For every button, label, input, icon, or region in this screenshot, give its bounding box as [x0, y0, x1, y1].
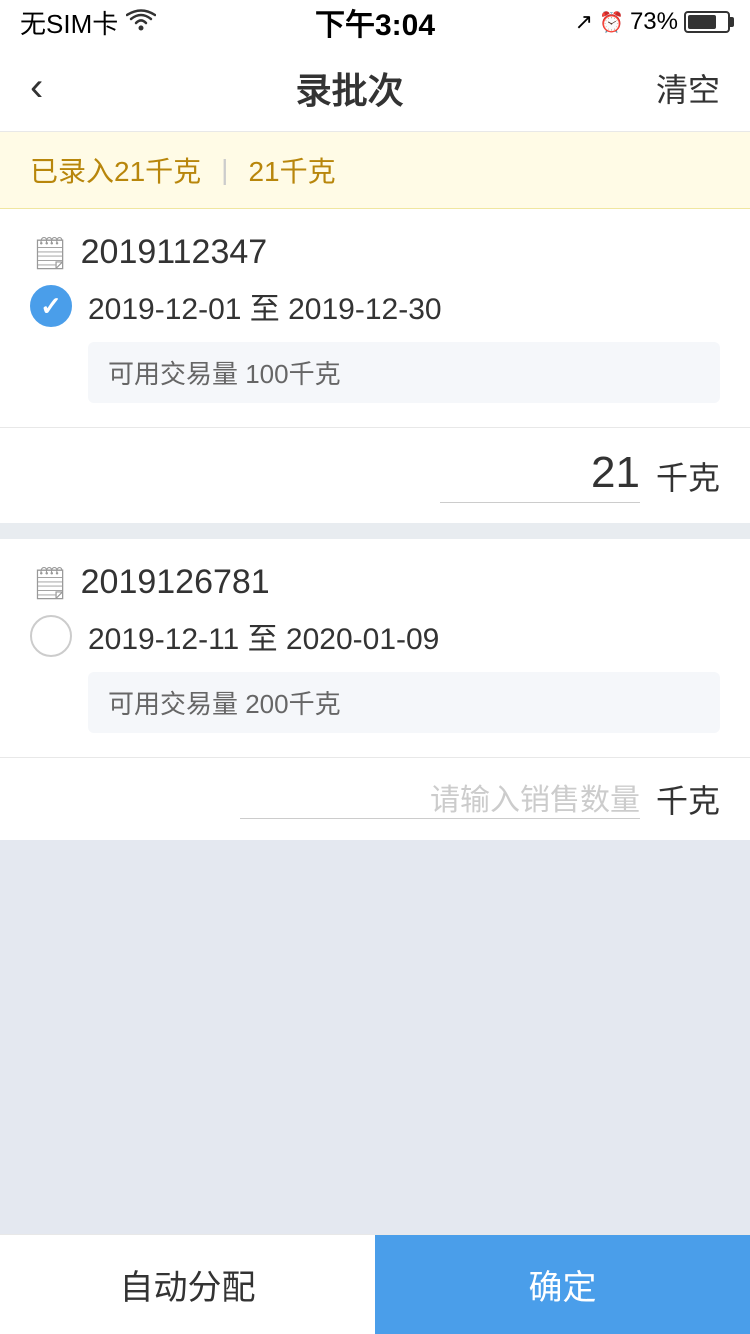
batch-2-input-line: 请输入销售数量 [240, 779, 640, 819]
battery-icon [684, 11, 730, 33]
batch-2-qty-unit: 千克 [656, 776, 720, 822]
batch-1-date-row: 2019-12-01 至 2019-12-30 [30, 284, 720, 328]
batch-1-qty-row: 21 千克 [0, 427, 750, 523]
batch-1-qty-underline: 21 [440, 448, 640, 503]
batch-1-available: 可用交易量 100千克 [88, 342, 720, 403]
clear-button[interactable]: 清空 [656, 65, 720, 111]
batch-2-available: 可用交易量 200千克 [88, 672, 720, 733]
status-left: 无SIM卡 [20, 4, 156, 41]
batch-1-qty-value[interactable]: 21 [560, 448, 640, 498]
recorded-label: 已录入21千克 [30, 150, 201, 190]
batch-2-qty-row: 请输入销售数量 千克 [0, 757, 750, 840]
batch-1-qty-unit: 千克 [656, 453, 720, 499]
confirm-button[interactable]: 确定 [375, 1235, 750, 1334]
status-bar: 无SIM卡 下午3:04 ↗ ⏰ 73% [0, 0, 750, 44]
batch-2-header: 🗒 2019126781 [30, 563, 720, 602]
auto-distribute-button[interactable]: 自动分配 [0, 1235, 375, 1334]
batch-1-id: 2019112347 [81, 233, 268, 272]
batch-1-date: 2019-12-01 至 2019-12-30 [88, 284, 442, 328]
batch-2-radio[interactable] [30, 615, 72, 657]
info-amount: 21千克 [248, 150, 335, 190]
status-right: ↗ ⏰ 73% [575, 8, 730, 36]
info-banner: 已录入21千克 | 21千克 [0, 132, 750, 209]
footer: 自动分配 确定 [0, 1234, 750, 1334]
batch-2-date-row: 2019-12-11 至 2020-01-09 [30, 614, 720, 658]
batch-2-icon: 🗒 [30, 564, 71, 602]
batch-2-qty-placeholder[interactable]: 请输入销售数量 [430, 775, 640, 819]
nav-bar: ‹ 录批次 清空 [0, 44, 750, 132]
page-title: 录批次 [296, 62, 404, 114]
battery-percent: 73% [630, 8, 678, 36]
status-time: 下午3:04 [315, 0, 435, 44]
batch-1-radio[interactable] [30, 285, 72, 327]
batch-item-2: 🗒 2019126781 2019-12-11 至 2020-01-09 可用交… [0, 539, 750, 757]
batch-item-1: 🗒 2019112347 2019-12-01 至 2019-12-30 可用交… [0, 209, 750, 427]
alarm-icon: ⏰ [599, 10, 624, 35]
batch-2-id: 2019126781 [81, 563, 270, 602]
empty-area [0, 840, 750, 1300]
batch-2-date: 2019-12-11 至 2020-01-09 [88, 614, 439, 658]
batch-1-icon: 🗒 [30, 234, 71, 272]
batch-1-header: 🗒 2019112347 [30, 233, 720, 272]
divider: | [221, 154, 228, 186]
carrier-text: 无SIM卡 [20, 4, 118, 41]
section-separator [0, 523, 750, 539]
wifi-icon [126, 7, 156, 38]
back-button[interactable]: ‹ [30, 65, 43, 110]
location-icon: ↗ [575, 9, 593, 35]
